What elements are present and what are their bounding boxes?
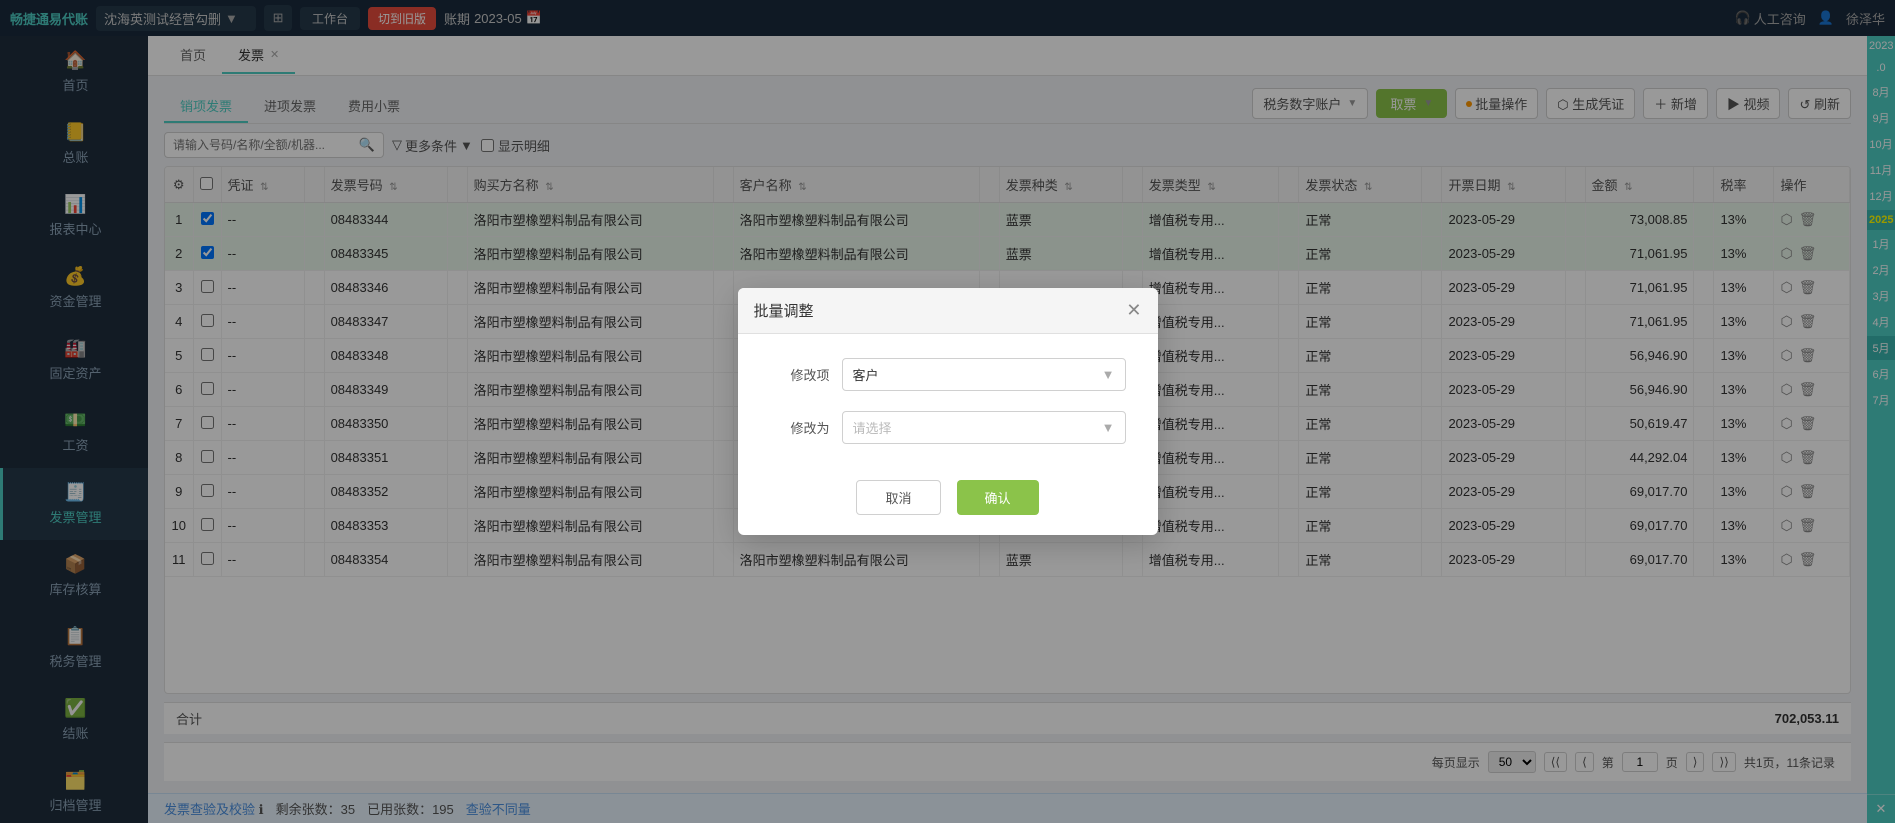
modify-to-placeholder: 请选择: [853, 418, 892, 437]
dialog-footer: 取消 确认: [738, 468, 1158, 535]
modify-item-label: 修改项: [770, 365, 830, 384]
modify-item-value: 客户: [853, 365, 879, 384]
dialog-body: 修改项 客户 ▼ 修改为 请选择 ▼: [738, 334, 1158, 468]
modify-to-arrow-icon: ▼: [1102, 420, 1115, 435]
modify-item-row: 修改项 客户 ▼: [770, 358, 1126, 391]
batch-adjust-dialog: 批量调整 ✕ 修改项 客户 ▼ 修改为 请选择 ▼ 取消 确认: [738, 288, 1158, 535]
modify-item-arrow-icon: ▼: [1102, 367, 1115, 382]
dialog-header: 批量调整 ✕: [738, 288, 1158, 334]
modify-to-row: 修改为 请选择 ▼: [770, 411, 1126, 444]
dialog-close-btn[interactable]: ✕: [1126, 300, 1141, 321]
dialog-overlay[interactable]: 批量调整 ✕ 修改项 客户 ▼ 修改为 请选择 ▼ 取消 确认: [0, 0, 1895, 823]
modify-to-select[interactable]: 请选择 ▼: [842, 411, 1126, 444]
modify-to-label: 修改为: [770, 418, 830, 437]
dialog-title: 批量调整: [754, 300, 814, 321]
modify-item-select[interactable]: 客户 ▼: [842, 358, 1126, 391]
cancel-btn[interactable]: 取消: [856, 480, 940, 515]
confirm-btn[interactable]: 确认: [957, 480, 1039, 515]
